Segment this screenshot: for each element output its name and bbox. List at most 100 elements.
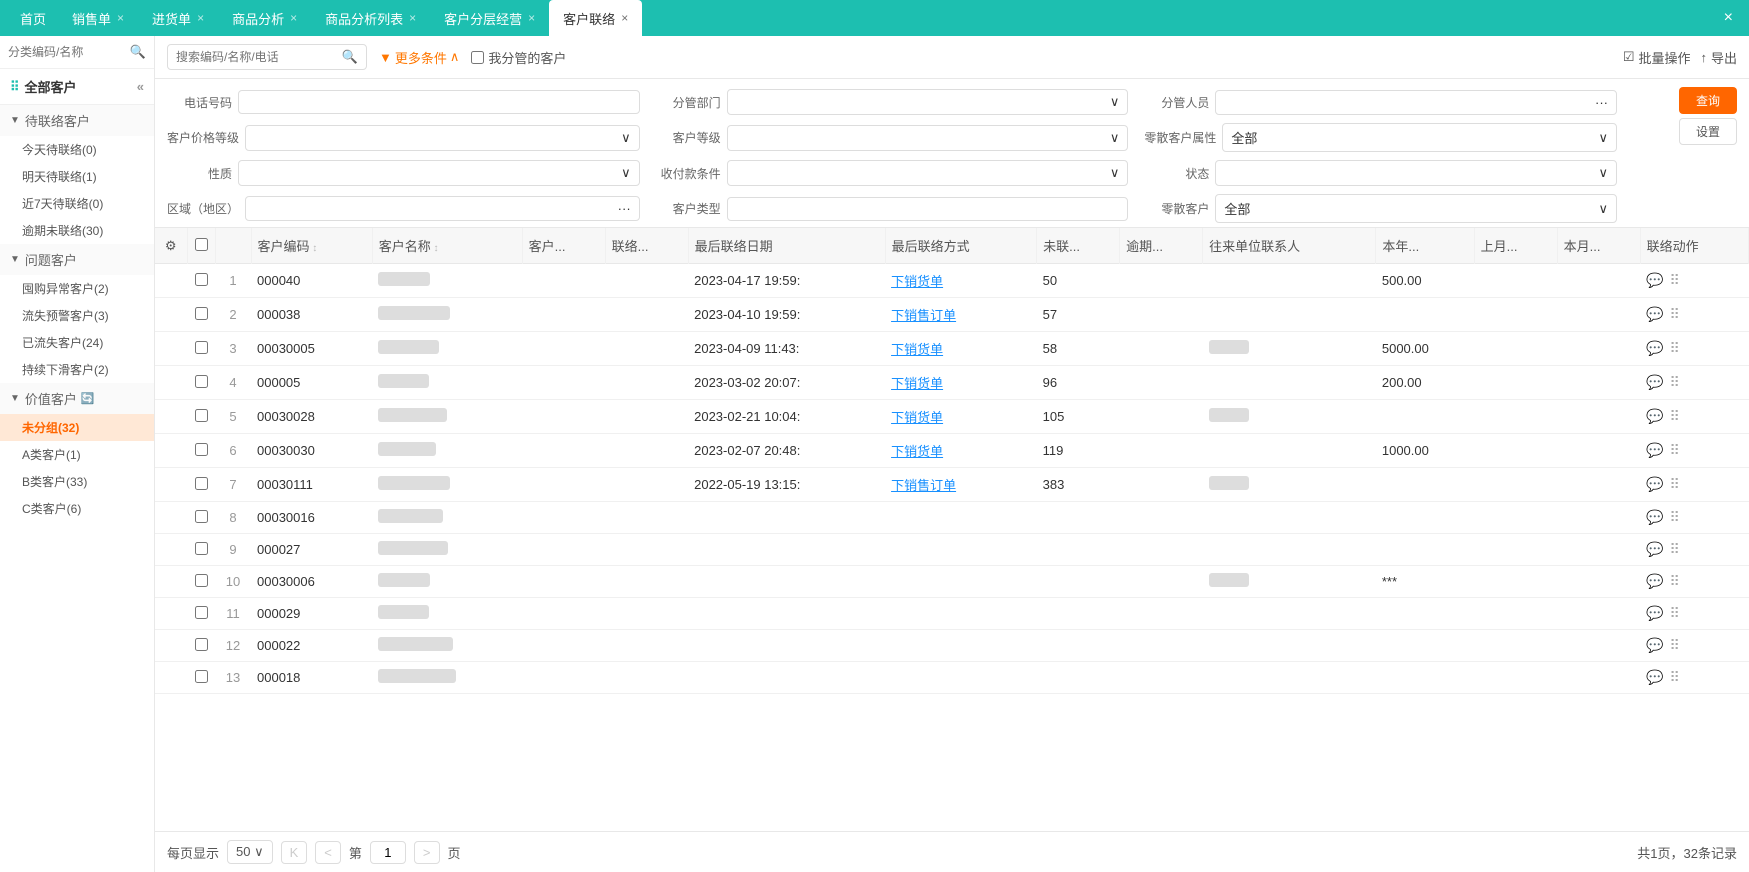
- sidebar-item-class-a[interactable]: A类客户(1): [0, 441, 154, 468]
- row-select-checkbox[interactable]: [195, 510, 208, 523]
- row-checkbox[interactable]: [187, 566, 215, 598]
- row-select-checkbox[interactable]: [195, 477, 208, 490]
- nav-home[interactable]: 首页: [8, 9, 58, 28]
- sidebar-item-today[interactable]: 今天待联络(0): [0, 136, 154, 163]
- first-page-btn[interactable]: K: [281, 841, 308, 864]
- row-select-checkbox[interactable]: [195, 638, 208, 651]
- row-checkbox[interactable]: [187, 400, 215, 434]
- qr-icon[interactable]: ⠿: [1670, 408, 1680, 425]
- row-checkbox[interactable]: [187, 534, 215, 566]
- prev-page-btn[interactable]: <: [315, 841, 341, 864]
- batch-op-btn[interactable]: ☑ 批量操作: [1623, 48, 1691, 67]
- message-icon[interactable]: 💬: [1646, 573, 1663, 590]
- row-select-checkbox[interactable]: [195, 307, 208, 320]
- contact-method-link[interactable]: 下销售订单: [891, 308, 956, 323]
- message-icon[interactable]: 💬: [1646, 374, 1663, 391]
- contact-method-link[interactable]: 下销货单: [891, 342, 943, 357]
- collapse-icon[interactable]: «: [137, 79, 144, 94]
- status-select[interactable]: ∨: [1215, 160, 1617, 186]
- message-icon[interactable]: 💬: [1646, 340, 1663, 357]
- nature-select[interactable]: ∨: [238, 160, 640, 186]
- next-page-btn[interactable]: >: [414, 841, 440, 864]
- qr-icon[interactable]: ⠿: [1670, 374, 1680, 391]
- sidebar-item-7days[interactable]: 近7天待联络(0): [0, 190, 154, 217]
- contact-method-link[interactable]: 下销售订单: [891, 478, 956, 493]
- close-icon[interactable]: ×: [528, 11, 535, 25]
- select-all-checkbox[interactable]: [195, 238, 208, 251]
- qr-icon[interactable]: ⠿: [1670, 509, 1680, 526]
- sidebar-item-declining[interactable]: 持续下滑客户(2): [0, 356, 154, 383]
- message-icon[interactable]: 💬: [1646, 605, 1663, 622]
- sidebar-item-class-b[interactable]: B类客户(33): [0, 468, 154, 495]
- sidebar-search-input[interactable]: [8, 45, 126, 59]
- contact-method-link[interactable]: 下销货单: [891, 376, 943, 391]
- manager-select[interactable]: ···: [1215, 90, 1617, 115]
- sidebar-item-hoarding[interactable]: 囤购异常客户(2): [0, 275, 154, 302]
- search-input[interactable]: [176, 50, 342, 64]
- sidebar-group-problem[interactable]: ▼ 问题客户: [0, 244, 154, 275]
- retail-customer-select[interactable]: 全部 ∨: [1215, 194, 1617, 223]
- more-conditions-btn[interactable]: ▼ 更多条件 ∧: [379, 48, 459, 67]
- tab-customer-segment[interactable]: 客户分层经营 ×: [430, 0, 549, 36]
- checkbox-col-header[interactable]: [187, 228, 215, 264]
- tab-sales-order[interactable]: 销售单 ×: [58, 0, 138, 36]
- message-icon[interactable]: 💬: [1646, 637, 1663, 654]
- close-icon[interactable]: ×: [621, 11, 628, 25]
- close-icon[interactable]: ×: [290, 11, 297, 25]
- row-select-checkbox[interactable]: [195, 341, 208, 354]
- row-checkbox[interactable]: [187, 598, 215, 630]
- contact-method-link[interactable]: 下销货单: [891, 274, 943, 289]
- close-icon[interactable]: ×: [409, 11, 416, 25]
- row-select-checkbox[interactable]: [195, 606, 208, 619]
- page-input[interactable]: [370, 841, 406, 864]
- tab-customer-contact[interactable]: 客户联络 ×: [549, 0, 642, 36]
- qr-icon[interactable]: ⠿: [1670, 340, 1680, 357]
- sidebar-group-pending[interactable]: ▼ 待联络客户: [0, 105, 154, 136]
- tab-product-analysis[interactable]: 商品分析 ×: [218, 0, 311, 36]
- qr-icon[interactable]: ⠿: [1670, 541, 1680, 558]
- sidebar-all-customers[interactable]: ⠿ 全部客户 «: [0, 69, 154, 105]
- row-checkbox[interactable]: [187, 502, 215, 534]
- phone-input[interactable]: [238, 90, 640, 114]
- settings-col-header[interactable]: ⚙: [155, 228, 187, 264]
- close-icon[interactable]: ×: [197, 11, 204, 25]
- name-col-header[interactable]: 客户名称: [372, 228, 522, 264]
- code-col-header[interactable]: 客户编码: [251, 228, 372, 264]
- my-customers-checkbox[interactable]: 我分管的客户: [471, 48, 566, 67]
- qr-icon[interactable]: ⠿: [1670, 476, 1680, 493]
- row-checkbox[interactable]: [187, 298, 215, 332]
- row-select-checkbox[interactable]: [195, 375, 208, 388]
- sidebar-search-box[interactable]: 🔍: [0, 36, 154, 69]
- row-select-checkbox[interactable]: [195, 574, 208, 587]
- row-select-checkbox[interactable]: [195, 273, 208, 286]
- retail-attr-select[interactable]: 全部 ∨: [1222, 123, 1617, 152]
- tab-product-analysis-list[interactable]: 商品分析列表 ×: [311, 0, 430, 36]
- dept-select[interactable]: ∨: [727, 89, 1129, 115]
- sidebar-item-class-c[interactable]: C类客户(6): [0, 495, 154, 522]
- customer-type-input[interactable]: [727, 197, 1129, 221]
- customer-level-select[interactable]: ∨: [727, 125, 1129, 151]
- message-icon[interactable]: 💬: [1646, 408, 1663, 425]
- sidebar-item-overdue[interactable]: 逾期未联络(30): [0, 217, 154, 244]
- sidebar-item-tomorrow[interactable]: 明天待联络(1): [0, 163, 154, 190]
- row-checkbox[interactable]: [187, 366, 215, 400]
- sidebar-item-churned[interactable]: 已流失客户(24): [0, 329, 154, 356]
- sidebar-group-value[interactable]: ▼ 价值客户 🔄: [0, 383, 154, 414]
- message-icon[interactable]: 💬: [1646, 442, 1663, 459]
- contact-method-link[interactable]: 下销货单: [891, 410, 943, 425]
- close-icon[interactable]: ×: [117, 11, 124, 25]
- qr-icon[interactable]: ⠿: [1670, 272, 1680, 289]
- row-checkbox[interactable]: [187, 468, 215, 502]
- row-select-checkbox[interactable]: [195, 542, 208, 555]
- sidebar-item-ungrouped[interactable]: 未分组(32): [0, 414, 154, 441]
- qr-icon[interactable]: ⠿: [1670, 306, 1680, 323]
- message-icon[interactable]: 💬: [1646, 669, 1663, 686]
- row-checkbox[interactable]: [187, 332, 215, 366]
- row-select-checkbox[interactable]: [195, 409, 208, 422]
- row-checkbox[interactable]: [187, 662, 215, 694]
- qr-icon[interactable]: ⠿: [1670, 605, 1680, 622]
- row-select-checkbox[interactable]: [195, 670, 208, 683]
- tab-purchase-order[interactable]: 进货单 ×: [138, 0, 218, 36]
- contact-method-link[interactable]: 下销货单: [891, 444, 943, 459]
- message-icon[interactable]: 💬: [1646, 476, 1663, 493]
